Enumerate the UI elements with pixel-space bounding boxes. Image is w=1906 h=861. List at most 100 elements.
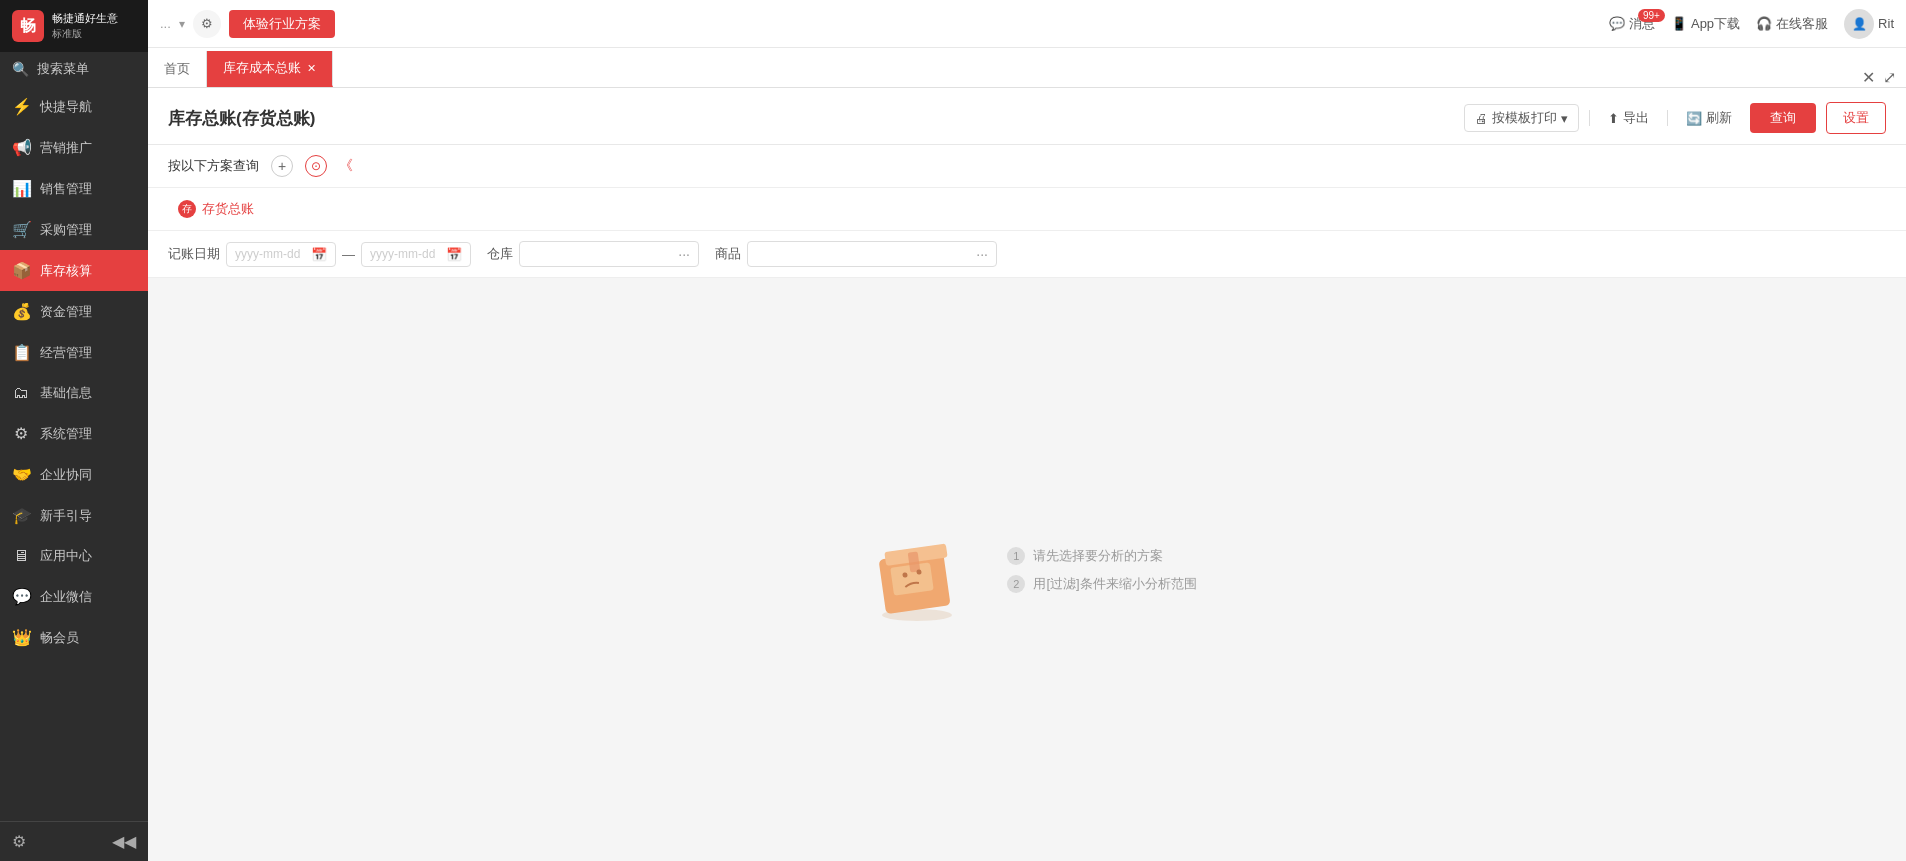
sidebar-item-sales[interactable]: 📊 销售管理: [0, 168, 148, 209]
tab-close-icon[interactable]: ✕: [307, 62, 316, 75]
tab-bar-expand-icon[interactable]: ⤢: [1883, 68, 1896, 87]
messages-button[interactable]: 💬 消息 99+: [1609, 15, 1655, 33]
sidebar-item-purchase[interactable]: 🛒 采购管理: [0, 209, 148, 250]
product-more-icon: ···: [976, 246, 988, 262]
refresh-button[interactable]: 🔄 刷新: [1678, 105, 1740, 131]
filter-arrow-icon[interactable]: 《: [339, 157, 353, 175]
user-avatar-button[interactable]: 👤 Rit: [1844, 9, 1894, 39]
footer-collapse-icon[interactable]: ◀◀: [112, 832, 136, 851]
operation-icon: 📋: [12, 343, 30, 362]
sidebar-footer: ⚙ ◀◀: [0, 821, 148, 861]
topbar-right: 💬 消息 99+ 📱 App下载 🎧 在线客服 👤 Rit: [1609, 9, 1894, 39]
headset-icon: 🎧: [1756, 16, 1772, 31]
sidebar-logo: 畅 畅捷通好生意 标准版: [0, 0, 148, 52]
scheme-icon: 存: [178, 200, 196, 218]
gear-icon: ⚙: [201, 16, 213, 31]
sidebar-item-label: 采购管理: [40, 221, 92, 239]
print-button[interactable]: 🖨 按模板打印 ▾: [1464, 104, 1579, 132]
footer-settings-icon[interactable]: ⚙: [12, 832, 26, 851]
sidebar-item-label: 企业协同: [40, 466, 92, 484]
sidebar-item-guide[interactable]: 🎓 新手引导: [0, 495, 148, 536]
print-icon: 🖨: [1475, 111, 1488, 126]
more-icon: ···: [678, 246, 690, 262]
print-chevron-icon: ▾: [1561, 111, 1568, 126]
sidebar-item-operation[interactable]: 📋 经营管理: [0, 332, 148, 373]
date-filter-group: 记账日期 yyyy-mm-dd 📅 — yyyy-mm-dd 📅: [168, 242, 471, 267]
wechat-icon: 💬: [12, 587, 30, 606]
online-service-label: 在线客服: [1776, 15, 1828, 33]
tip-text-2: 用[过滤]条件来缩小分析范围: [1033, 575, 1196, 593]
topbar-settings-button[interactable]: ⚙: [193, 10, 221, 38]
app-download-button[interactable]: 📱 App下载: [1671, 15, 1740, 33]
quick-nav-icon: ⚡: [12, 97, 30, 116]
sidebar-menu: ⚡ 快捷导航 📢 营销推广 📊 销售管理 🛒 采购管理 📦 库存核算 💰 资金管…: [0, 86, 148, 821]
empty-tip-2: 2 用[过滤]条件来缩小分析范围: [1007, 575, 1196, 593]
message-icon: 💬: [1609, 16, 1625, 31]
export-button[interactable]: ⬆ 导出: [1600, 105, 1657, 131]
sidebar-item-quick-nav[interactable]: ⚡ 快捷导航: [0, 86, 148, 127]
sidebar-item-label: 库存核算: [40, 262, 92, 280]
warehouse-select[interactable]: ···: [519, 241, 699, 267]
divider2: [1667, 110, 1668, 126]
page-header: 库存总账(存货总账) 🖨 按模板打印 ▾ ⬆ 导出 🔄: [148, 88, 1906, 145]
scheme-area: 存 存货总账: [148, 188, 1906, 231]
empty-state: 1 请先选择要分析的方案 2 用[过滤]条件来缩小分析范围: [857, 510, 1196, 630]
sidebar-item-label: 营销推广: [40, 139, 92, 157]
warehouse-label: 仓库: [487, 245, 513, 263]
sidebar-item-marketing[interactable]: 📢 营销推广: [0, 127, 148, 168]
sidebar-item-system[interactable]: ⚙ 系统管理: [0, 413, 148, 454]
topbar: ... ▾ ⚙ 体验行业方案 💬 消息 99+ 📱 App下载 🎧 在线客服: [148, 0, 1906, 48]
username-label: Rit: [1878, 16, 1894, 31]
tab-bar-close-icon[interactable]: ✕: [1862, 68, 1875, 87]
sidebar-item-cooperation[interactable]: 🤝 企业协同: [0, 454, 148, 495]
sidebar-item-label: 新手引导: [40, 507, 92, 525]
filter-add-button[interactable]: +: [271, 155, 293, 177]
sidebar-item-label: 资金管理: [40, 303, 92, 321]
page-body: 库存总账(存货总账) 🖨 按模板打印 ▾ ⬆ 导出 🔄: [148, 88, 1906, 861]
tabs-bar: 首页 库存成本总账 ✕ ✕ ⤢: [148, 48, 1906, 88]
date-start-placeholder: yyyy-mm-dd: [235, 247, 300, 261]
sidebar-item-app-center[interactable]: 🖥 应用中心: [0, 536, 148, 576]
date-end-input[interactable]: yyyy-mm-dd 📅: [361, 242, 471, 267]
sidebar-search[interactable]: 🔍 搜索菜单: [0, 52, 148, 86]
sidebar-item-finance[interactable]: 💰 资金管理: [0, 291, 148, 332]
sidebar-item-label: 基础信息: [40, 384, 92, 402]
breadcrumb-chevron-icon[interactable]: ▾: [179, 17, 185, 31]
basic-icon: 🗂: [12, 384, 30, 402]
sidebar-item-label: 畅会员: [40, 629, 79, 647]
filter-inputs: 记账日期 yyyy-mm-dd 📅 — yyyy-mm-dd 📅 仓库 ···: [148, 231, 1906, 278]
purchase-icon: 🛒: [12, 220, 30, 239]
sidebar-item-wechat[interactable]: 💬 企业微信: [0, 576, 148, 617]
main-area: ... ▾ ⚙ 体验行业方案 💬 消息 99+ 📱 App下载 🎧 在线客服: [148, 0, 1906, 861]
sidebar-item-label: 快捷导航: [40, 98, 92, 116]
filter-collapse-button[interactable]: ⊙: [305, 155, 327, 177]
sidebar-item-inventory[interactable]: 📦 库存核算: [0, 250, 148, 291]
sales-icon: 📊: [12, 179, 30, 198]
tab-home[interactable]: 首页: [148, 51, 207, 87]
date-start-input[interactable]: yyyy-mm-dd 📅: [226, 242, 336, 267]
tab-inventory-ledger[interactable]: 库存成本总账 ✕: [207, 51, 333, 87]
page-title: 库存总账(存货总账): [168, 107, 315, 130]
topbar-left: ... ▾ ⚙ 体验行业方案: [160, 10, 335, 38]
filter-area: 按以下方案查询 + ⊙ 《: [148, 145, 1906, 188]
empty-tips: 1 请先选择要分析的方案 2 用[过滤]条件来缩小分析范围: [1007, 547, 1196, 593]
sidebar-search-label: 搜索菜单: [37, 60, 89, 78]
avatar: 👤: [1844, 9, 1874, 39]
content-area: 1 请先选择要分析的方案 2 用[过滤]条件来缩小分析范围: [148, 278, 1906, 861]
app-name: 畅捷通好生意: [52, 11, 118, 26]
sidebar-item-vip[interactable]: 👑 畅会员: [0, 617, 148, 658]
online-service-button[interactable]: 🎧 在线客服: [1756, 15, 1828, 33]
product-select[interactable]: ···: [747, 241, 997, 267]
settings-button[interactable]: 设置: [1826, 102, 1886, 134]
query-button[interactable]: 查询: [1750, 103, 1816, 133]
empty-tip-1: 1 请先选择要分析的方案: [1007, 547, 1196, 565]
scheme-item[interactable]: 存 存货总账: [168, 196, 264, 222]
sidebar-item-label: 经营管理: [40, 344, 92, 362]
page-header-actions: 🖨 按模板打印 ▾ ⬆ 导出 🔄 刷新 查询 设置: [1464, 102, 1886, 134]
export-icon: ⬆: [1608, 111, 1619, 126]
tab-label: 库存成本总账: [223, 59, 301, 77]
industry-solution-button[interactable]: 体验行业方案: [229, 10, 335, 38]
app-download-label: App下载: [1691, 15, 1740, 33]
scheme-label: 存货总账: [202, 200, 254, 218]
sidebar-item-basic[interactable]: 🗂 基础信息: [0, 373, 148, 413]
